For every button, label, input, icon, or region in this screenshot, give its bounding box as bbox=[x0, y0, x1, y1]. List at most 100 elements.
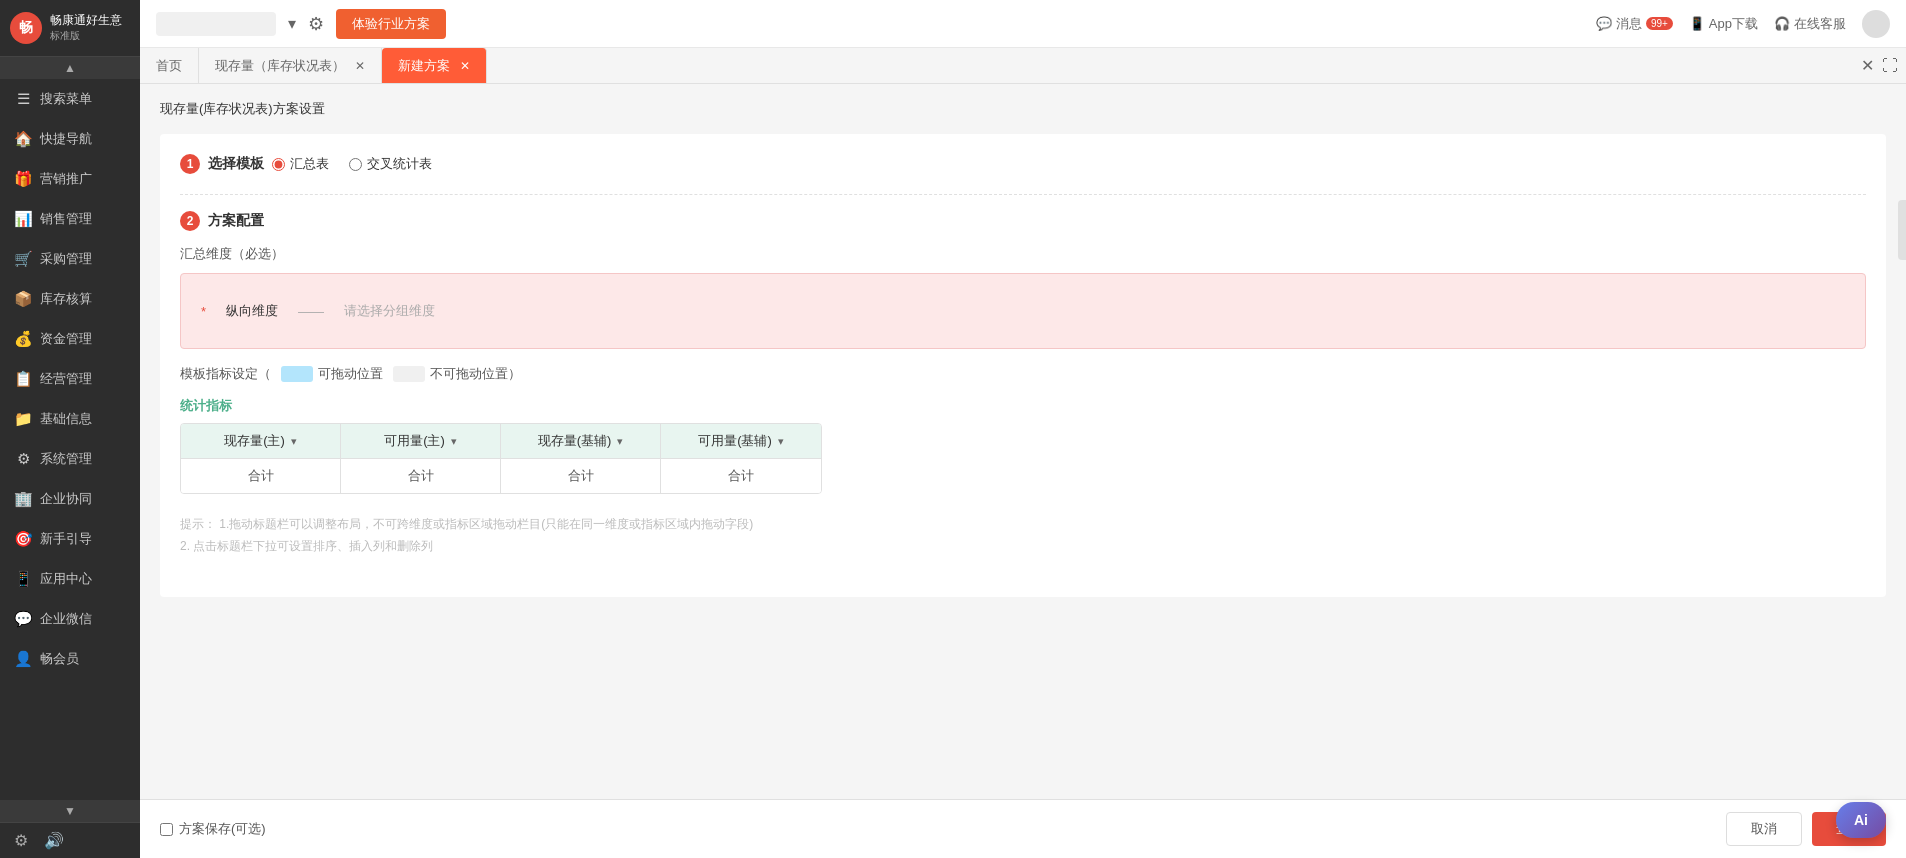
tab-new-plan-label: 新建方案 bbox=[398, 57, 450, 75]
sidebar-item-search-menu[interactable]: ☰ 搜索菜单 bbox=[0, 79, 140, 119]
topbar-search-input[interactable] bbox=[156, 12, 276, 36]
step2-title: 方案配置 bbox=[208, 212, 264, 230]
sidebar-item-label: 搜索菜单 bbox=[40, 90, 92, 108]
radio-summary-input[interactable] bbox=[272, 158, 285, 171]
sidebar-item-newbie[interactable]: 🎯 新手引导 bbox=[0, 519, 140, 559]
tab-new-plan[interactable]: 新建方案 ✕ bbox=[382, 48, 487, 83]
tab-inventory-status[interactable]: 现存量（库存状况表） ✕ bbox=[199, 48, 382, 83]
divider1 bbox=[180, 194, 1866, 195]
sidebar-item-label: 企业微信 bbox=[40, 610, 92, 628]
tab-close-button[interactable]: ✕ bbox=[1861, 56, 1874, 75]
tab-inventory-status-close[interactable]: ✕ bbox=[355, 59, 365, 73]
search-menu-icon: ☰ bbox=[14, 90, 32, 108]
marketing-icon: 🎁 bbox=[14, 170, 32, 188]
stats-header-cell-1[interactable]: 可用量(主) ▾ bbox=[341, 424, 501, 458]
online-service-label: 在线客服 bbox=[1794, 15, 1846, 33]
sidebar-item-app-center[interactable]: 📱 应用中心 bbox=[0, 559, 140, 599]
user-avatar[interactable] bbox=[1862, 10, 1890, 38]
non-draggable-color-box bbox=[393, 366, 425, 382]
finance-icon: 💰 bbox=[14, 330, 32, 348]
online-service-item[interactable]: 🎧 在线客服 bbox=[1774, 15, 1846, 33]
topbar-left: ▾ ⚙ 体验行业方案 bbox=[156, 9, 446, 39]
settings-bottom-icon[interactable]: ⚙ bbox=[14, 831, 28, 850]
stats-header-cell-3[interactable]: 可用量(基辅) ▾ bbox=[661, 424, 821, 458]
sidebar-item-member[interactable]: 👤 畅会员 bbox=[0, 639, 140, 679]
tab-inventory-status-label: 现存量（库存状况表） bbox=[215, 57, 345, 75]
sidebar-item-label: 基础信息 bbox=[40, 410, 92, 428]
sidebar-item-enterprise[interactable]: 🏢 企业协同 bbox=[0, 479, 140, 519]
topbar-dropdown-button[interactable]: ▾ bbox=[288, 14, 296, 33]
sound-bottom-icon[interactable]: 🔊 bbox=[44, 831, 64, 850]
sidebar-item-label: 应用中心 bbox=[40, 570, 92, 588]
sidebar-item-label: 采购管理 bbox=[40, 250, 92, 268]
sidebar-item-purchase[interactable]: 🛒 采购管理 bbox=[0, 239, 140, 279]
radio-cross-label: 交叉统计表 bbox=[367, 155, 432, 173]
step1-badge: 1 bbox=[180, 154, 200, 174]
stats-label: 统计指标 bbox=[180, 397, 1866, 415]
dimension-section-label: 汇总维度（必选） bbox=[180, 245, 1866, 263]
dimension-separator: —— bbox=[298, 304, 324, 319]
stats-col3-chevron[interactable]: ▾ bbox=[778, 435, 784, 448]
stats-body-row: 合计 合计 合计 合计 bbox=[181, 458, 821, 493]
non-draggable-tag: 不可拖动位置） bbox=[393, 365, 521, 383]
topbar-gear-icon[interactable]: ⚙ bbox=[308, 13, 324, 35]
app-download-item[interactable]: 📱 App下载 bbox=[1689, 15, 1758, 33]
tab-home[interactable]: 首页 bbox=[140, 48, 199, 83]
radio-cross[interactable]: 交叉统计表 bbox=[349, 155, 432, 173]
logo-icon: 畅 bbox=[10, 12, 42, 44]
sidebar-item-quick-nav[interactable]: 🏠 快捷导航 bbox=[0, 119, 140, 159]
stats-header-cell-0[interactable]: 现存量(主) ▾ bbox=[181, 424, 341, 458]
cancel-button[interactable]: 取消 bbox=[1726, 812, 1802, 846]
sidebar-item-sales[interactable]: 📊 销售管理 bbox=[0, 199, 140, 239]
tab-actions: ✕ ⛶ bbox=[1861, 56, 1906, 75]
tab-new-plan-close[interactable]: ✕ bbox=[460, 59, 470, 73]
stats-header-cell-2[interactable]: 现存量(基辅) ▾ bbox=[501, 424, 661, 458]
stats-col0-chevron[interactable]: ▾ bbox=[291, 435, 297, 448]
basic-info-icon: 📁 bbox=[14, 410, 32, 428]
sidebar-scroll-up[interactable]: ▲ bbox=[0, 57, 140, 79]
sidebar-item-wechat[interactable]: 💬 企业微信 bbox=[0, 599, 140, 639]
draggable-color-box bbox=[281, 366, 313, 382]
sidebar-scroll-down[interactable]: ▼ bbox=[0, 800, 140, 822]
operations-icon: 📋 bbox=[14, 370, 32, 388]
resize-handle[interactable] bbox=[1898, 200, 1906, 260]
industry-button[interactable]: 体验行业方案 bbox=[336, 9, 446, 39]
message-badge: 99+ bbox=[1646, 17, 1673, 30]
sidebar-item-marketing[interactable]: 🎁 营销推广 bbox=[0, 159, 140, 199]
sidebar-item-label: 销售管理 bbox=[40, 210, 92, 228]
dimension-box[interactable]: * 纵向维度 —— 请选择分组维度 bbox=[180, 273, 1866, 349]
plan-save-checkbox[interactable]: 方案保存(可选) bbox=[160, 820, 266, 838]
plan-save-label: 方案保存(可选) bbox=[179, 820, 266, 838]
radio-summary[interactable]: 汇总表 bbox=[272, 155, 329, 173]
message-item[interactable]: 💬 消息 99+ bbox=[1596, 15, 1673, 33]
sidebar-item-inventory[interactable]: 📦 库存核算 bbox=[0, 279, 140, 319]
stats-col1-chevron[interactable]: ▾ bbox=[451, 435, 457, 448]
page-title: 现存量(库存状况表)方案设置 bbox=[160, 100, 1886, 118]
ai-float-button[interactable]: Ai bbox=[1836, 802, 1886, 838]
sidebar-item-basic-info[interactable]: 📁 基础信息 bbox=[0, 399, 140, 439]
inventory-icon: 📦 bbox=[14, 290, 32, 308]
stats-body-cell-1: 合计 bbox=[341, 459, 501, 493]
topbar-right: 💬 消息 99+ 📱 App下载 🎧 在线客服 bbox=[1596, 10, 1890, 38]
indicator-setting-label: 模板指标设定（ bbox=[180, 365, 271, 383]
draggable-tag-label: 可拖动位置 bbox=[318, 365, 383, 383]
wechat-icon: 💬 bbox=[14, 610, 32, 628]
non-draggable-tag-label: 不可拖动位置） bbox=[430, 365, 521, 383]
radio-cross-input[interactable] bbox=[349, 158, 362, 171]
stats-col2-chevron[interactable]: ▾ bbox=[617, 435, 623, 448]
plan-save-input[interactable] bbox=[160, 823, 173, 836]
dimension-label: 纵向维度 bbox=[226, 302, 278, 320]
sidebar-item-operations[interactable]: 📋 经营管理 bbox=[0, 359, 140, 399]
draggable-tag: 可拖动位置 bbox=[281, 365, 383, 383]
ai-float-label: Ai bbox=[1854, 812, 1868, 828]
stats-header-row: 现存量(主) ▾ 可用量(主) ▾ 现存量(基辅) ▾ 可用量(基辅) bbox=[181, 424, 821, 458]
stats-table: 现存量(主) ▾ 可用量(主) ▾ 现存量(基辅) ▾ 可用量(基辅) bbox=[180, 423, 822, 494]
sidebar-item-finance[interactable]: 💰 资金管理 bbox=[0, 319, 140, 359]
stats-col0-label: 现存量(主) bbox=[224, 432, 285, 450]
sidebar-item-system[interactable]: ⚙ 系统管理 bbox=[0, 439, 140, 479]
tab-expand-button[interactable]: ⛶ bbox=[1882, 57, 1898, 75]
stats-body-cell-2: 合计 bbox=[501, 459, 661, 493]
hint-line2: 2. 点击标题栏下拉可设置排序、插入列和删除列 bbox=[180, 536, 1866, 558]
step2-badge: 2 bbox=[180, 211, 200, 231]
dimension-required-marker: * bbox=[201, 304, 206, 319]
